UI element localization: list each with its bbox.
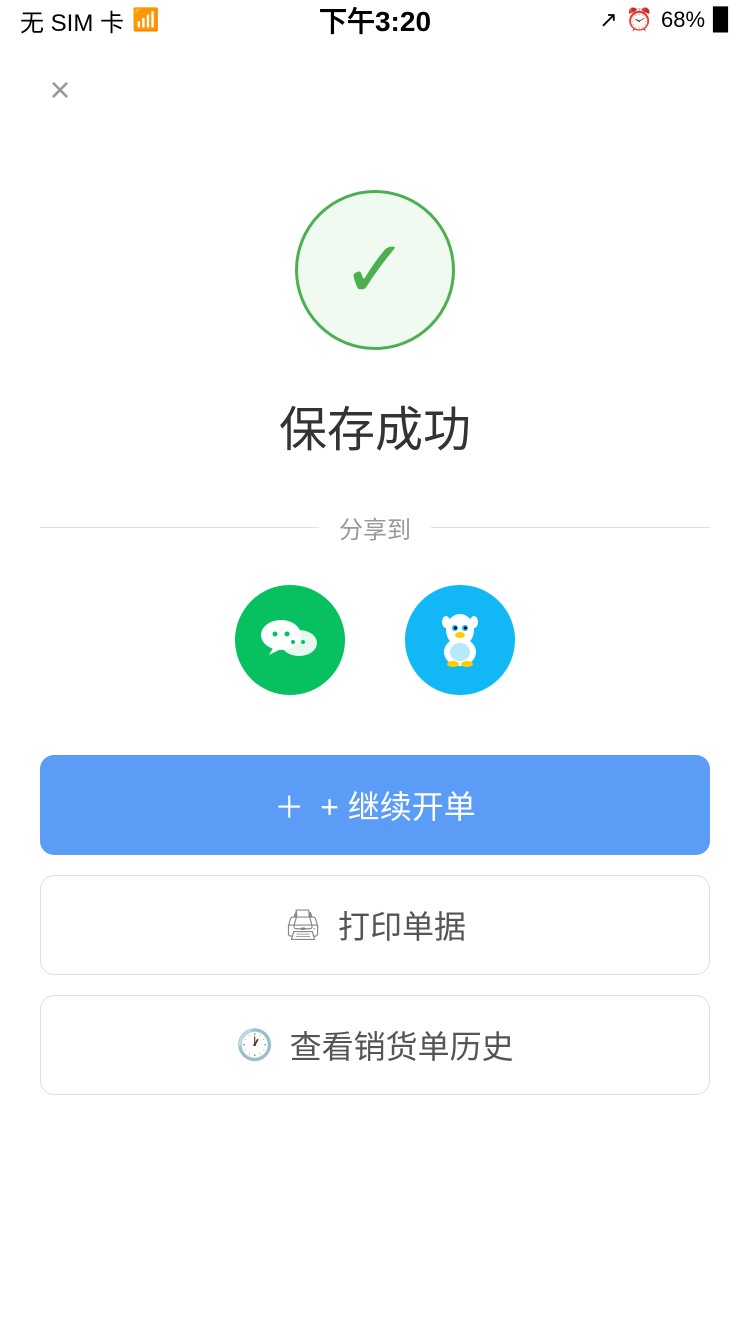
status-bar: 无 SIM 卡 📶 下午3:20 ↗ ⏰ 68% ▉ xyxy=(0,0,750,40)
wechat-icon xyxy=(255,605,325,675)
qq-icon xyxy=(428,608,493,673)
clock-icon: 🕐 xyxy=(236,1028,273,1063)
divider-line-right xyxy=(431,527,710,528)
print-label: 打印单据 xyxy=(338,902,466,948)
share-row xyxy=(235,585,515,695)
close-icon: × xyxy=(49,69,70,111)
battery-icon: ▉ xyxy=(713,7,730,33)
print-button[interactable]: 🖨 打印单据 xyxy=(40,875,710,975)
qq-share-button[interactable] xyxy=(405,585,515,695)
continue-button[interactable]: ＋ + 继续开单 xyxy=(40,755,710,855)
location-icon: ↗ xyxy=(599,7,617,33)
wifi-icon: 📶 xyxy=(132,7,159,33)
main-content: ✓ 保存成功 分享到 xyxy=(0,140,750,1334)
history-label: 查看销货单历史 xyxy=(290,1022,514,1068)
history-button[interactable]: 🕐 查看销货单历史 xyxy=(40,995,710,1095)
share-divider: 分享到 xyxy=(40,510,710,545)
alarm-icon: ⏰ xyxy=(626,7,653,33)
status-carrier: 无 SIM 卡 📶 xyxy=(20,3,159,38)
success-title: 保存成功 xyxy=(279,390,471,460)
divider-line-left xyxy=(40,527,319,528)
close-button[interactable]: × xyxy=(30,60,90,120)
status-time: 下午3:20 xyxy=(319,0,431,40)
success-circle: ✓ xyxy=(295,190,455,350)
action-buttons: ＋ + 继续开单 🖨 打印单据 🕐 查看销货单历史 xyxy=(40,755,710,1095)
checkmark-icon: ✓ xyxy=(341,230,408,310)
carrier-text: 无 SIM 卡 xyxy=(20,3,124,38)
battery-text: 68% xyxy=(661,7,705,33)
continue-label: + 继续开单 xyxy=(320,782,476,828)
share-label: 分享到 xyxy=(339,510,411,545)
plus-icon: ＋ xyxy=(274,783,304,827)
print-icon: 🖨 xyxy=(284,908,322,943)
wechat-share-button[interactable] xyxy=(235,585,345,695)
status-right: ↗ ⏰ 68% ▉ xyxy=(599,7,730,33)
